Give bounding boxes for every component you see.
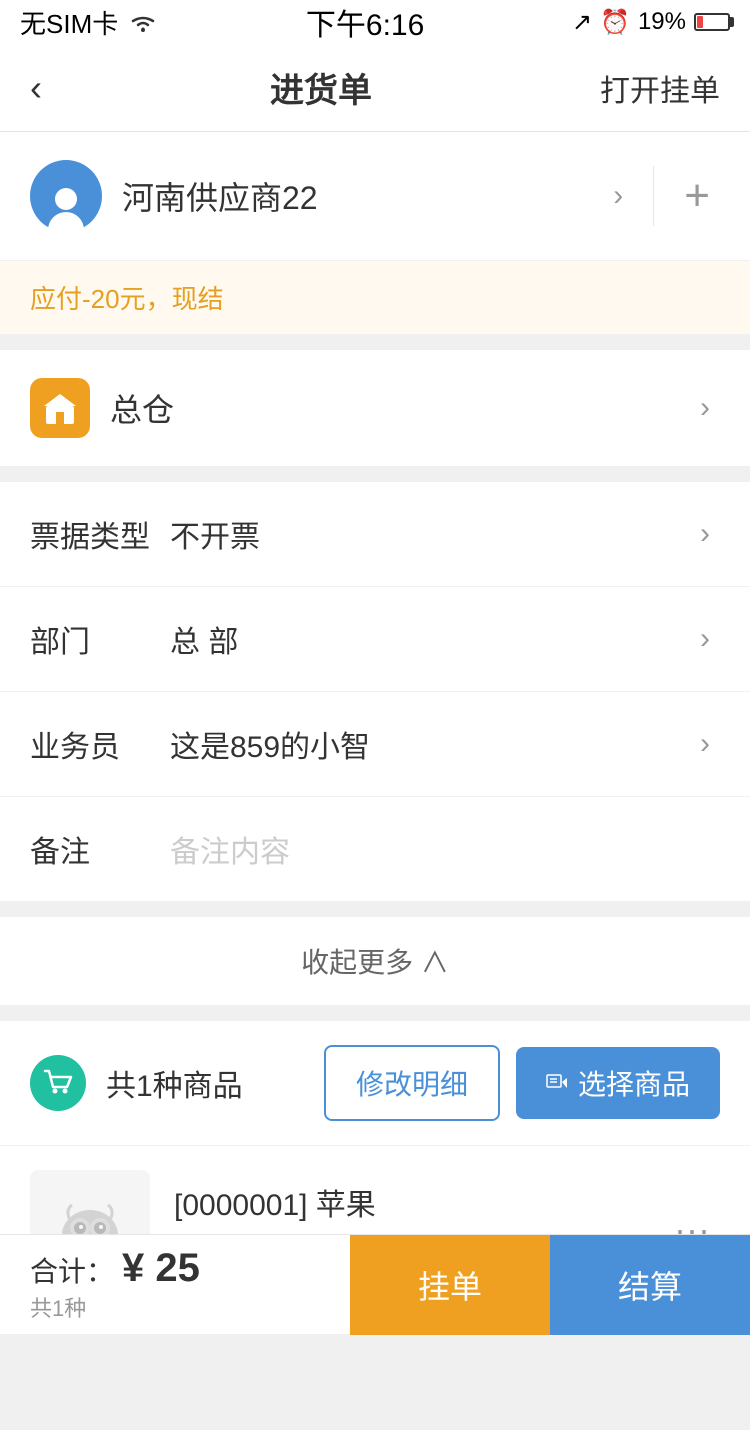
product-title: 苹果 xyxy=(316,1189,376,1222)
page-title: 进货单 xyxy=(270,63,372,112)
location-icon: ↗ xyxy=(572,8,592,37)
add-supplier-button[interactable]: + xyxy=(674,171,720,221)
warehouse-icon xyxy=(30,378,90,438)
avatar-person xyxy=(30,160,102,232)
note-input[interactable]: 备注内容 xyxy=(150,827,720,871)
total-label: 合计： ¥ 25 xyxy=(30,1246,320,1291)
supplier-chevron-icon: › xyxy=(613,179,623,213)
total-label-text: 合计： xyxy=(30,1250,114,1290)
supplier-avatar xyxy=(30,160,102,232)
supplier-row[interactable]: 河南供应商22 › + xyxy=(0,132,750,261)
collapse-row[interactable]: 收起更多 ∧ xyxy=(0,917,750,1005)
nav-bar: ‹ 进货单 打开挂单 xyxy=(0,44,750,132)
total-sub: 共1种 xyxy=(30,1291,320,1323)
select-product-button[interactable]: 选择商品 xyxy=(516,1047,720,1119)
status-bar: 无SIM卡 下午6:16 ↗ ⏰ 19% xyxy=(0,0,750,44)
status-right: ↗ ⏰ 19% xyxy=(572,8,730,37)
dept-label: 部门 xyxy=(30,617,150,661)
product-count: 共1种商品 xyxy=(106,1061,324,1105)
open-pending-button[interactable]: 打开挂单 xyxy=(600,66,720,110)
battery-icon xyxy=(694,13,730,31)
product-id: [0000001] xyxy=(174,1189,316,1222)
divider xyxy=(653,166,654,226)
avatar-body xyxy=(48,212,84,232)
salesperson-value: 这是859的小智 xyxy=(150,722,700,766)
status-time: 下午6:16 xyxy=(306,0,424,44)
warehouse-chevron-icon: › xyxy=(700,391,710,425)
cart-svg xyxy=(43,1069,73,1097)
signal-text: 无SIM卡 xyxy=(20,4,118,41)
battery-text: 19% xyxy=(638,8,686,36)
select-product-icon xyxy=(546,1074,568,1092)
note-row[interactable]: 备注 备注内容 xyxy=(0,797,750,901)
settle-label: 结算 xyxy=(618,1262,682,1308)
suspend-button[interactable]: 挂单 xyxy=(350,1235,550,1335)
supplier-name: 河南供应商22 xyxy=(122,173,613,219)
dept-row[interactable]: 部门 总 部 › xyxy=(0,587,750,692)
warehouse-name: 总仓 xyxy=(110,385,700,431)
back-button[interactable]: ‹ xyxy=(30,67,42,109)
product-header: 共1种商品 修改明细 选择商品 xyxy=(0,1021,750,1146)
form-section: 票据类型 不开票 › 部门 总 部 › 业务员 这是859的小智 › 备注 备注… xyxy=(0,482,750,901)
select-product-label: 选择商品 xyxy=(578,1063,690,1103)
invoice-chevron-icon: › xyxy=(700,517,710,551)
supplier-section: 河南供应商22 › + 应付-20元，现结 xyxy=(0,132,750,334)
payment-hint: 应付-20元，现结 xyxy=(0,261,750,334)
salesperson-chevron-icon: › xyxy=(700,727,710,761)
settle-button[interactable]: 结算 xyxy=(550,1235,750,1335)
cart-icon xyxy=(30,1055,86,1111)
edit-detail-button[interactable]: 修改明细 xyxy=(324,1045,500,1121)
avatar-head xyxy=(55,188,77,210)
warehouse-svg xyxy=(42,390,78,426)
invoice-value: 不开票 xyxy=(150,512,700,556)
warehouse-section: 总仓 › xyxy=(0,350,750,466)
total-section: 合计： ¥ 25 共1种 xyxy=(0,1246,350,1323)
bottom-bar: 合计： ¥ 25 共1种 挂单 结算 xyxy=(0,1234,750,1334)
note-label: 备注 xyxy=(30,827,150,871)
dept-chevron-icon: › xyxy=(700,622,710,656)
total-amount: ¥ 25 xyxy=(122,1246,200,1291)
salesperson-label: 业务员 xyxy=(30,722,150,766)
invoice-row[interactable]: 票据类型 不开票 › xyxy=(0,482,750,587)
suspend-label: 挂单 xyxy=(418,1262,482,1308)
collapse-label: 收起更多 ∧ xyxy=(301,947,449,978)
product-name: [0000001] 苹果 xyxy=(174,1180,664,1224)
warehouse-row[interactable]: 总仓 › xyxy=(0,350,750,466)
alarm-icon: ⏰ xyxy=(600,8,630,37)
dept-value: 总 部 xyxy=(150,617,700,661)
wifi-icon xyxy=(128,11,158,33)
status-left: 无SIM卡 xyxy=(20,4,158,41)
invoice-label: 票据类型 xyxy=(30,512,150,556)
salesperson-row[interactable]: 业务员 这是859的小智 › xyxy=(0,692,750,797)
